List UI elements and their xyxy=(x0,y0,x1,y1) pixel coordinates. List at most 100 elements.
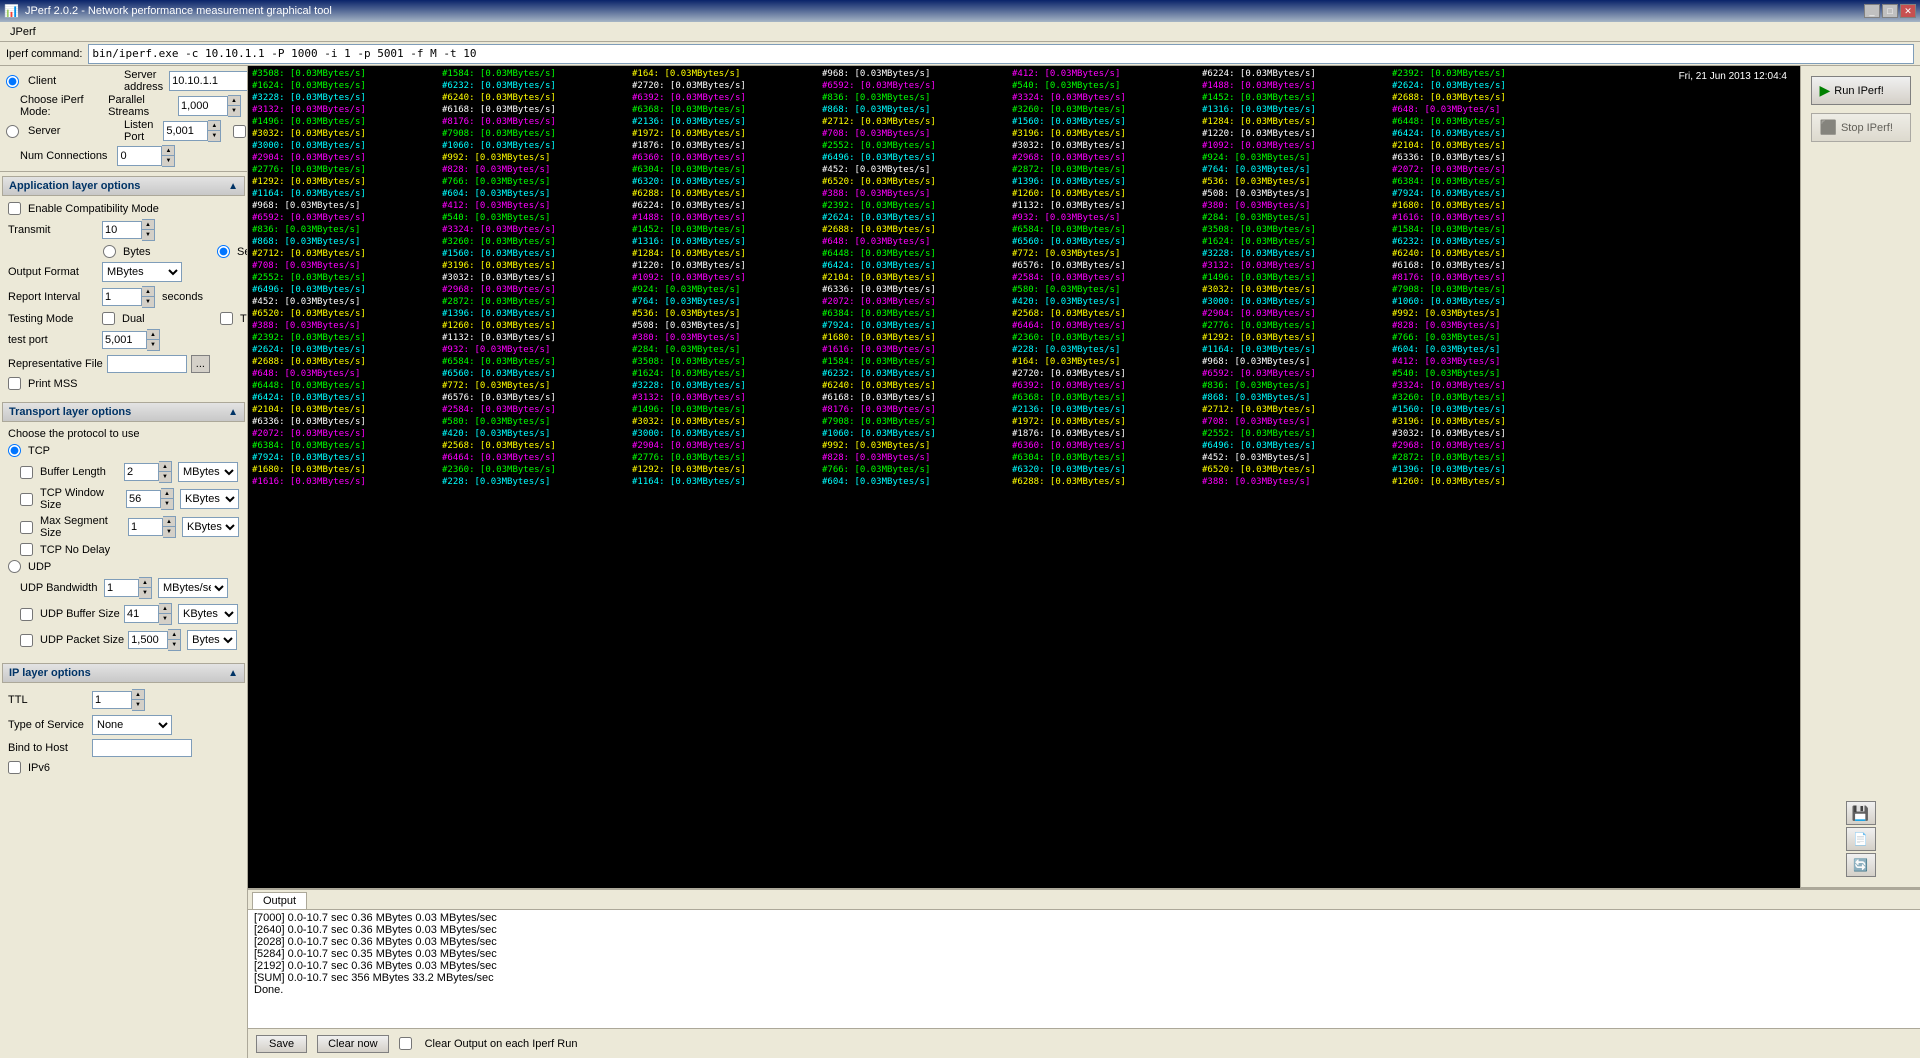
refresh-icon-button[interactable]: 🔄 xyxy=(1846,853,1876,877)
up-down[interactable]: ▼ xyxy=(168,640,180,650)
test-port-input[interactable] xyxy=(102,331,147,349)
parallel-streams-input[interactable] xyxy=(178,96,228,116)
ip-layer-collapse[interactable]: ▲ xyxy=(228,668,238,679)
lp-down[interactable]: ▼ xyxy=(208,131,220,141)
tp-down[interactable]: ▼ xyxy=(147,340,159,350)
num-connections-spinner[interactable]: ▲▼ xyxy=(117,145,175,167)
udp-packet-checkbox[interactable] xyxy=(20,634,33,647)
udp-bandwidth-input[interactable] xyxy=(104,579,139,597)
ubu-down[interactable]: ▼ xyxy=(159,614,171,624)
output-tab[interactable]: Output xyxy=(252,892,307,909)
listen-port-input[interactable] xyxy=(163,121,208,141)
clear-now-button[interactable]: Clear now xyxy=(317,1035,389,1053)
test-port-spinner[interactable]: ▲▼ xyxy=(102,329,160,351)
parallel-streams-spinner[interactable]: ▲▼ xyxy=(178,95,241,117)
udp-buffer-checkbox[interactable] xyxy=(20,608,33,621)
tw-down[interactable]: ▼ xyxy=(161,499,173,509)
transport-layer-header[interactable]: Transport layer options ▲ xyxy=(2,402,245,422)
trade-checkbox[interactable] xyxy=(220,312,233,325)
ri-up[interactable]: ▲ xyxy=(142,287,154,297)
transport-layer-collapse[interactable]: ▲ xyxy=(228,407,238,418)
ms-up[interactable]: ▲ xyxy=(163,517,175,527)
enable-compat-checkbox[interactable] xyxy=(8,202,21,215)
maximize-button[interactable]: □ xyxy=(1882,4,1898,18)
ttl-input[interactable] xyxy=(92,691,132,709)
udp-packet-unit[interactable]: Bytes xyxy=(187,630,237,650)
buffer-length-input[interactable] xyxy=(124,463,159,481)
tcp-nodelay-checkbox[interactable] xyxy=(20,543,33,556)
print-mss-checkbox[interactable] xyxy=(8,377,21,390)
tcp-window-checkbox[interactable] xyxy=(20,493,33,506)
close-button[interactable]: ✕ xyxy=(1900,4,1916,18)
udp-bandwidth-spinner[interactable]: ▲▼ xyxy=(104,577,152,599)
tcp-radio[interactable] xyxy=(8,444,21,457)
app-layer-collapse[interactable]: ▲ xyxy=(228,181,238,192)
stop-iperf-button[interactable]: ⬛ Stop IPerf! xyxy=(1811,113,1911,142)
copy-icon-button[interactable]: 📄 xyxy=(1846,827,1876,851)
ub-down[interactable]: ▼ xyxy=(139,588,151,598)
client-radio[interactable] xyxy=(6,75,19,88)
ip-layer-header[interactable]: IP layer options ▲ xyxy=(2,663,245,683)
udp-packet-input[interactable] xyxy=(128,631,168,649)
seconds-radio[interactable] xyxy=(217,245,230,258)
max-segment-unit[interactable]: KBytes xyxy=(182,517,239,537)
minimize-button[interactable]: _ xyxy=(1864,4,1880,18)
transmit-spinner[interactable]: ▲▼ xyxy=(102,219,155,241)
listen-port-spinner[interactable]: ▲▼ xyxy=(163,120,221,142)
ttl-up[interactable]: ▲ xyxy=(132,690,144,700)
buffer-length-checkbox[interactable] xyxy=(20,466,33,479)
tr-down[interactable]: ▼ xyxy=(142,230,154,240)
udp-radio[interactable] xyxy=(8,560,21,573)
bind-host-input[interactable] xyxy=(92,739,192,757)
save-output-button[interactable]: Save xyxy=(256,1035,307,1053)
tr-up[interactable]: ▲ xyxy=(142,220,154,230)
udp-bandwidth-unit[interactable]: MBytes/secKBytes/sec xyxy=(158,578,228,598)
dual-checkbox[interactable] xyxy=(102,312,115,325)
iperf-command-input[interactable] xyxy=(88,44,1914,64)
bl-down[interactable]: ▼ xyxy=(159,472,171,482)
nc-down[interactable]: ▼ xyxy=(162,156,174,166)
ttl-down[interactable]: ▼ xyxy=(132,700,144,710)
max-segment-input[interactable] xyxy=(128,518,163,536)
udp-packet-spinner[interactable]: ▲▼ xyxy=(128,629,181,651)
max-segment-checkbox[interactable] xyxy=(20,521,33,534)
bytes-radio[interactable] xyxy=(103,245,116,258)
server-radio[interactable] xyxy=(6,125,19,138)
tcp-window-input[interactable] xyxy=(126,490,161,508)
clear-on-run-checkbox[interactable] xyxy=(399,1037,412,1050)
udp-buffer-input[interactable] xyxy=(124,605,159,623)
report-interval-input[interactable] xyxy=(102,288,142,306)
ps-up[interactable]: ▲ xyxy=(228,96,240,106)
client-limit-checkbox[interactable] xyxy=(233,125,246,138)
report-interval-spinner[interactable]: ▲▼ xyxy=(102,286,155,308)
save-icon-button[interactable]: 💾 xyxy=(1846,801,1876,825)
tw-up[interactable]: ▲ xyxy=(161,489,173,499)
ri-down[interactable]: ▼ xyxy=(142,297,154,307)
buffer-length-unit[interactable]: MBytesKBytes xyxy=(178,462,238,482)
udp-buffer-unit[interactable]: KBytes xyxy=(178,604,238,624)
tp-up[interactable]: ▲ xyxy=(147,330,159,340)
server-address-input[interactable] xyxy=(169,71,248,91)
ub-up[interactable]: ▲ xyxy=(139,578,151,588)
lp-up[interactable]: ▲ xyxy=(208,121,220,131)
tos-select[interactable]: None Low Delay Throughput Reliability xyxy=(92,715,172,735)
rep-file-browse[interactable]: ... xyxy=(191,355,210,373)
ps-down[interactable]: ▼ xyxy=(228,106,240,116)
ipv6-checkbox[interactable] xyxy=(8,761,21,774)
nc-up[interactable]: ▲ xyxy=(162,146,174,156)
ttl-spinner[interactable]: ▲▼ xyxy=(92,689,145,711)
up-up[interactable]: ▲ xyxy=(168,630,180,640)
ms-down[interactable]: ▼ xyxy=(163,527,175,537)
menu-item-jperf[interactable]: JPerf xyxy=(4,24,42,40)
output-format-select[interactable]: MBytes KBytes GBytes Bits xyxy=(102,262,182,282)
run-iperf-button[interactable]: ▶ Run IPerf! xyxy=(1811,76,1911,105)
buffer-length-spinner[interactable]: ▲▼ xyxy=(124,461,172,483)
transmit-input[interactable] xyxy=(102,221,142,239)
app-layer-header[interactable]: Application layer options ▲ xyxy=(2,176,245,196)
max-segment-spinner[interactable]: ▲▼ xyxy=(128,516,176,538)
ubu-up[interactable]: ▲ xyxy=(159,604,171,614)
udp-buffer-spinner[interactable]: ▲▼ xyxy=(124,603,172,625)
rep-file-input[interactable] xyxy=(107,355,187,373)
tcp-window-unit[interactable]: KBytesMBytes xyxy=(180,489,239,509)
tcp-window-spinner[interactable]: ▲▼ xyxy=(126,488,174,510)
